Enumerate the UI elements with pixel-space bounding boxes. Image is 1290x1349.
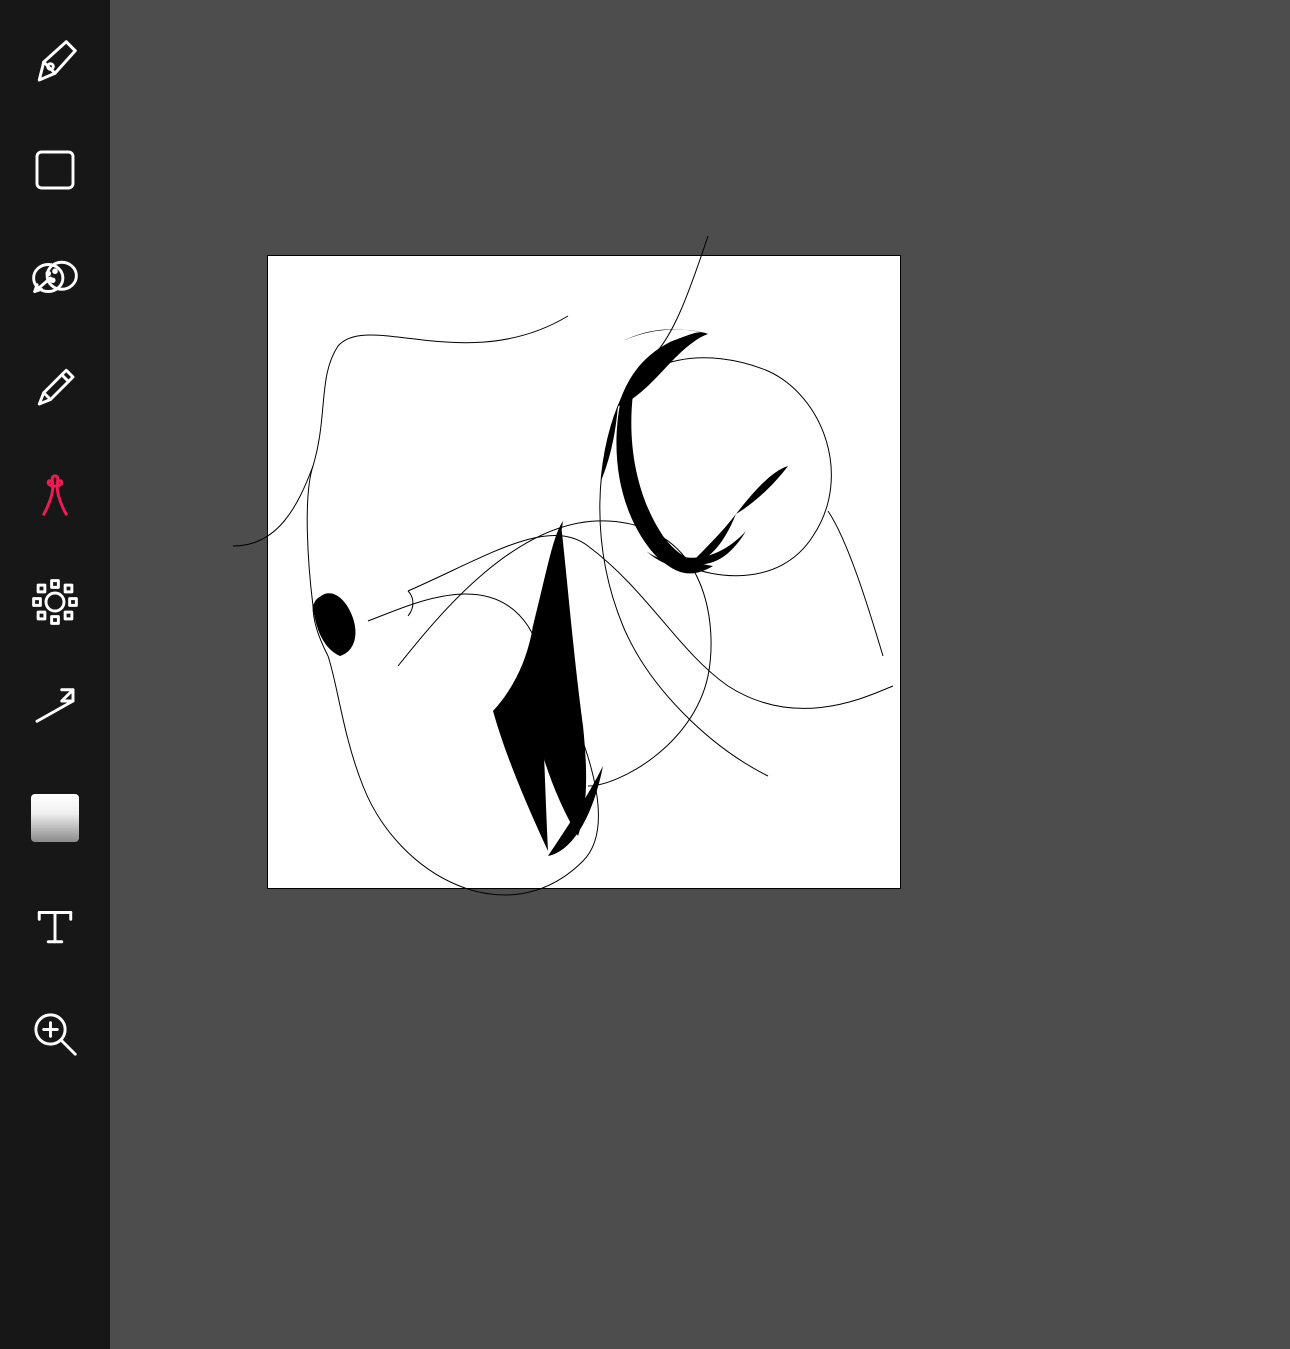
toolbar [0, 0, 110, 1349]
pen-icon [28, 35, 82, 89]
zoom-icon [28, 1007, 82, 1061]
rotate-tool[interactable] [15, 554, 95, 650]
text-tool[interactable] [15, 878, 95, 974]
gradient-swatch-icon [31, 794, 79, 842]
rectangle-tool[interactable] [15, 122, 95, 218]
rectangle-icon [28, 143, 82, 197]
shape-builder-icon [28, 251, 82, 305]
gradient-tool[interactable] [15, 770, 95, 866]
artboard[interactable] [268, 256, 900, 888]
zoom-tool[interactable] [15, 986, 95, 1082]
ribbon-icon [28, 467, 82, 521]
text-icon [28, 899, 82, 953]
rotate-icon [28, 575, 82, 629]
arrow-icon [28, 683, 82, 737]
pen-tool[interactable] [15, 14, 95, 110]
width-tool[interactable] [15, 446, 95, 542]
pencil-icon [28, 359, 82, 413]
canvas-workspace[interactable] [110, 0, 1290, 1335]
pencil-tool[interactable] [15, 338, 95, 434]
selection-tool[interactable] [15, 662, 95, 758]
shape-builder-tool[interactable] [15, 230, 95, 326]
